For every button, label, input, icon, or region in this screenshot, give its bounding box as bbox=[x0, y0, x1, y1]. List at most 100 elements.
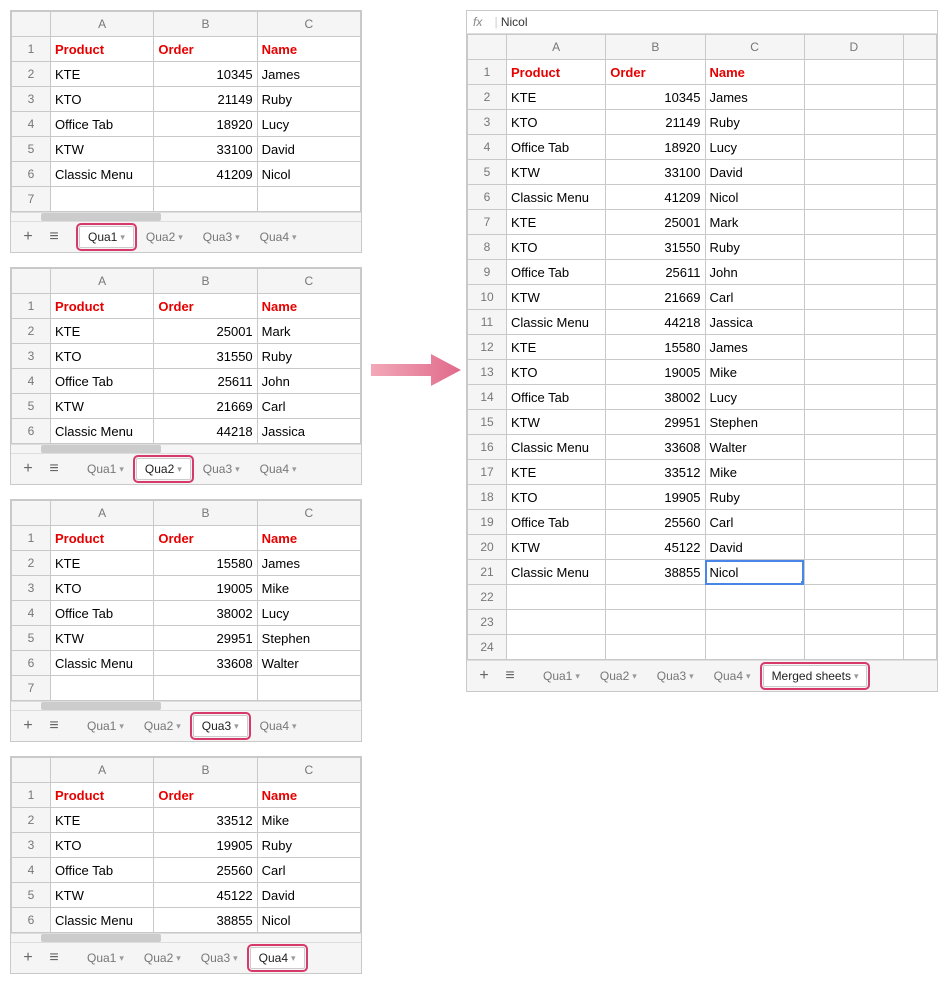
cell[interactable]: Office Tab bbox=[51, 112, 154, 137]
header-cell[interactable]: Order bbox=[154, 783, 257, 808]
all-sheets-button[interactable]: ≡ bbox=[43, 715, 65, 737]
header-cell[interactable]: Order bbox=[154, 37, 257, 62]
cell[interactable]: Ruby bbox=[705, 110, 804, 135]
header-cell[interactable]: Name bbox=[257, 37, 360, 62]
cell[interactable]: 33512 bbox=[606, 460, 705, 485]
cell[interactable]: Nicol bbox=[257, 162, 360, 187]
cell[interactable]: KTE bbox=[51, 319, 154, 344]
cell[interactable]: 41209 bbox=[154, 162, 257, 187]
tab-qua2[interactable]: Qua2▾ bbox=[136, 458, 191, 480]
cell[interactable]: KTO bbox=[507, 235, 606, 260]
tab-qua2[interactable]: Qua2▾ bbox=[138, 227, 191, 247]
cell[interactable]: 19905 bbox=[154, 833, 257, 858]
add-sheet-button[interactable]: + bbox=[473, 665, 495, 687]
col-header[interactable]: C bbox=[257, 501, 360, 526]
header-cell[interactable]: Name bbox=[257, 294, 360, 319]
add-sheet-button[interactable]: + bbox=[17, 458, 39, 480]
header-cell[interactable]: Order bbox=[606, 60, 705, 85]
cell[interactable]: 25560 bbox=[606, 510, 705, 535]
col-header[interactable]: D bbox=[804, 35, 903, 60]
cell[interactable]: Classic Menu bbox=[507, 185, 606, 210]
cell[interactable]: Ruby bbox=[705, 485, 804, 510]
cell[interactable]: David bbox=[705, 535, 804, 560]
cell[interactable]: Office Tab bbox=[507, 135, 606, 160]
tab-qua3[interactable]: Qua3▾ bbox=[195, 459, 248, 479]
tab-qua4[interactable]: Qua4▾ bbox=[252, 459, 305, 479]
cell[interactable]: 15580 bbox=[606, 335, 705, 360]
header-cell[interactable]: Name bbox=[705, 60, 804, 85]
col-header[interactable]: A bbox=[51, 758, 154, 783]
cell[interactable]: David bbox=[257, 883, 360, 908]
cell[interactable]: David bbox=[705, 160, 804, 185]
header-cell[interactable]: Name bbox=[257, 526, 360, 551]
cell[interactable]: Classic Menu bbox=[51, 651, 154, 676]
all-sheets-button[interactable]: ≡ bbox=[43, 226, 65, 248]
cell[interactable]: KTE bbox=[507, 210, 606, 235]
cell[interactable]: Lucy bbox=[257, 601, 360, 626]
cell[interactable]: Classic Menu bbox=[507, 310, 606, 335]
all-sheets-button[interactable]: ≡ bbox=[43, 947, 65, 969]
cell[interactable]: 44218 bbox=[154, 419, 257, 444]
cell[interactable]: Classic Menu bbox=[507, 560, 606, 585]
grid[interactable]: ABC1ProductOrderName2KTE10345James3KTO21… bbox=[11, 11, 361, 212]
col-header[interactable]: C bbox=[705, 35, 804, 60]
cell[interactable]: Carl bbox=[705, 285, 804, 310]
cell[interactable]: Lucy bbox=[705, 385, 804, 410]
cell[interactable]: Mike bbox=[257, 576, 360, 601]
cell[interactable]: John bbox=[257, 369, 360, 394]
tab-qua1[interactable]: Qua1▾ bbox=[79, 716, 132, 736]
cell[interactable]: 44218 bbox=[606, 310, 705, 335]
grid[interactable]: ABC1ProductOrderName2KTE25001Mark3KTO315… bbox=[11, 268, 361, 444]
header-cell[interactable]: Product bbox=[507, 60, 606, 85]
cell[interactable]: James bbox=[257, 551, 360, 576]
cell[interactable]: Mike bbox=[705, 360, 804, 385]
cell[interactable]: 15580 bbox=[154, 551, 257, 576]
cell[interactable]: Carl bbox=[705, 510, 804, 535]
cell[interactable]: KTE bbox=[51, 62, 154, 87]
cell[interactable]: Stephen bbox=[257, 626, 360, 651]
tab-qua1[interactable]: Qua1▾ bbox=[79, 226, 134, 248]
cell[interactable]: 18920 bbox=[606, 135, 705, 160]
cell[interactable]: 19005 bbox=[154, 576, 257, 601]
cell[interactable]: 25611 bbox=[154, 369, 257, 394]
cell[interactable]: KTW bbox=[507, 160, 606, 185]
col-header[interactable]: A bbox=[51, 501, 154, 526]
col-header[interactable]: A bbox=[51, 12, 154, 37]
cell[interactable]: 21669 bbox=[606, 285, 705, 310]
merged-grid[interactable]: ABCD1ProductOrderName2KTE10345James3KTO2… bbox=[467, 34, 937, 660]
tab-qua3[interactable]: Qua3▾ bbox=[649, 666, 702, 686]
cell[interactable]: Office Tab bbox=[507, 385, 606, 410]
tab-qua3[interactable]: Qua3▾ bbox=[193, 715, 248, 737]
cell[interactable]: Mike bbox=[257, 808, 360, 833]
cell[interactable]: 38002 bbox=[606, 385, 705, 410]
cell[interactable]: Office Tab bbox=[507, 260, 606, 285]
cell[interactable]: 19005 bbox=[606, 360, 705, 385]
header-cell[interactable]: Product bbox=[51, 783, 154, 808]
cell[interactable]: 41209 bbox=[606, 185, 705, 210]
cell[interactable]: 21149 bbox=[154, 87, 257, 112]
cell[interactable]: 45122 bbox=[154, 883, 257, 908]
cell[interactable]: KTO bbox=[51, 87, 154, 112]
col-header[interactable]: B bbox=[154, 12, 257, 37]
cell[interactable]: 45122 bbox=[606, 535, 705, 560]
header-cell[interactable]: Product bbox=[51, 37, 154, 62]
cell[interactable]: KTW bbox=[51, 883, 154, 908]
tab-qua2[interactable]: Qua2▾ bbox=[592, 666, 645, 686]
cell[interactable]: Classic Menu bbox=[507, 435, 606, 460]
col-header[interactable]: C bbox=[257, 758, 360, 783]
grid[interactable]: ABC1ProductOrderName2KTE33512Mike3KTO199… bbox=[11, 757, 361, 933]
header-cell[interactable]: Order bbox=[154, 294, 257, 319]
tab-qua4[interactable]: Qua4▾ bbox=[252, 716, 305, 736]
col-header[interactable]: B bbox=[154, 501, 257, 526]
tab-merged-sheets[interactable]: Merged sheets▾ bbox=[763, 665, 868, 687]
header-cell[interactable]: Order bbox=[154, 526, 257, 551]
cell[interactable]: Classic Menu bbox=[51, 908, 154, 933]
cell[interactable]: KTW bbox=[51, 626, 154, 651]
col-header[interactable] bbox=[904, 35, 937, 60]
cell[interactable]: James bbox=[705, 85, 804, 110]
cell[interactable]: James bbox=[257, 62, 360, 87]
tab-qua2[interactable]: Qua2▾ bbox=[136, 716, 189, 736]
cell[interactable]: Carl bbox=[257, 858, 360, 883]
cell[interactable]: KTE bbox=[507, 460, 606, 485]
header-cell[interactable]: Name bbox=[257, 783, 360, 808]
